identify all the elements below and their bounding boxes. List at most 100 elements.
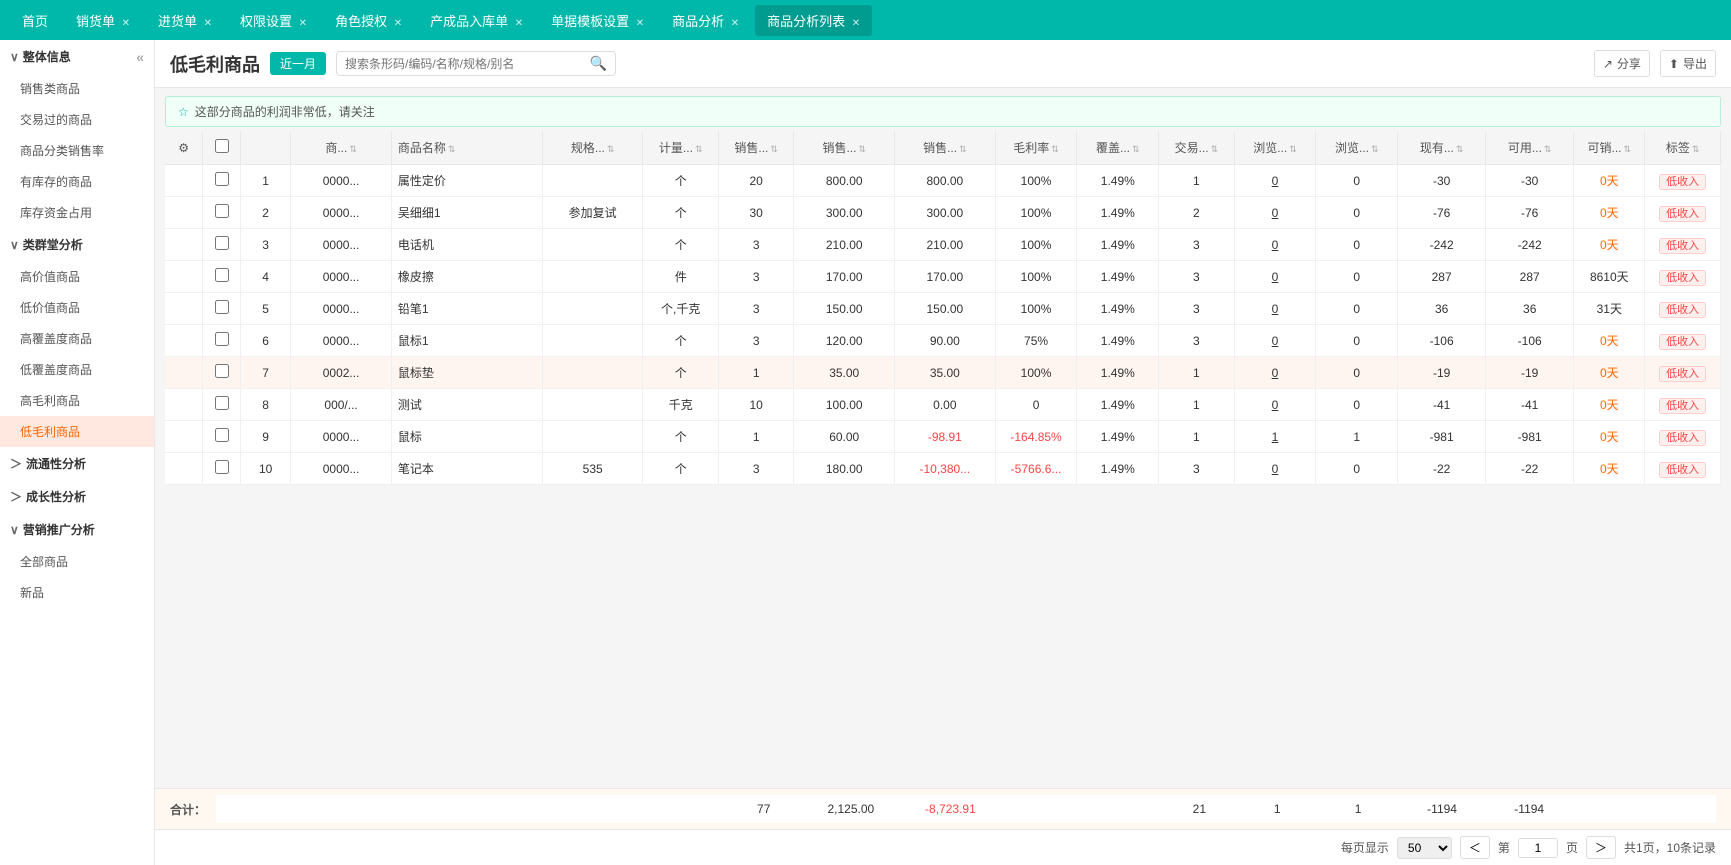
sidebar-item-in-stock[interactable]: 有库存的商品 bbox=[0, 166, 154, 197]
row-checkbox[interactable] bbox=[215, 364, 229, 378]
row-checkbox[interactable] bbox=[215, 236, 229, 250]
sidebar-item-traded-products[interactable]: 交易过的商品 bbox=[0, 104, 154, 135]
select-all-checkbox[interactable] bbox=[215, 139, 229, 153]
th-coverage[interactable]: 覆盖...⇅ bbox=[1077, 131, 1159, 165]
nav-item-product-analysis-list[interactable]: 商品分析列表 ✕ bbox=[755, 5, 872, 36]
td-browse1: 0 bbox=[1234, 453, 1316, 485]
td-tag: 低收入 bbox=[1645, 389, 1721, 421]
sidebar-group-liquidity[interactable]: ＞ 流通性分析 bbox=[0, 447, 154, 480]
th-sales-qty[interactable]: 销售...⇅ bbox=[718, 131, 793, 165]
sidebar-item-capital[interactable]: 库存资金占用 bbox=[0, 197, 154, 228]
sidebar-item-high-value[interactable]: 高价值商品 bbox=[0, 261, 154, 292]
th-stock-sale[interactable]: 可销...⇅ bbox=[1574, 131, 1645, 165]
page-size-select[interactable]: 50 20 100 bbox=[1397, 837, 1452, 859]
sidebar-item-new-products[interactable]: 新品 bbox=[0, 577, 154, 608]
td-browse1: 0 bbox=[1234, 389, 1316, 421]
row-checkbox[interactable] bbox=[215, 396, 229, 410]
th-sales-price[interactable]: 销售...⇅ bbox=[794, 131, 895, 165]
browse-link[interactable]: 1 bbox=[1272, 430, 1279, 444]
sidebar-group-cluster[interactable]: ∨ 类群堂分析 bbox=[0, 228, 154, 261]
row-checkbox[interactable] bbox=[215, 300, 229, 314]
td-seq: 6 bbox=[240, 325, 290, 357]
search-input[interactable] bbox=[345, 57, 590, 71]
next-page-button[interactable]: ＞ bbox=[1586, 836, 1616, 859]
td-stock-sale: 0天 bbox=[1574, 453, 1645, 485]
th-tag[interactable]: 标签⇅ bbox=[1645, 131, 1721, 165]
browse-link[interactable]: 0 bbox=[1272, 206, 1279, 220]
share-button[interactable]: ↗ 分享 bbox=[1594, 50, 1650, 77]
close-icon[interactable]: ✕ bbox=[299, 18, 307, 29]
th-trade[interactable]: 交易...⇅ bbox=[1159, 131, 1234, 165]
sidebar-group-growth[interactable]: ＞ 成长性分析 bbox=[0, 480, 154, 513]
sidebar-item-high-coverage[interactable]: 高覆盖度商品 bbox=[0, 323, 154, 354]
close-icon[interactable]: ✕ bbox=[204, 18, 212, 29]
sidebar-item-all-products[interactable]: 全部商品 bbox=[0, 546, 154, 577]
browse-link[interactable]: 0 bbox=[1272, 334, 1279, 348]
nav-item-product-inbound[interactable]: 产成品入库单 ✕ bbox=[418, 5, 535, 36]
row-checkbox[interactable] bbox=[215, 268, 229, 282]
browse-link[interactable]: 0 bbox=[1272, 398, 1279, 412]
close-icon[interactable]: ✕ bbox=[636, 18, 644, 29]
close-icon[interactable]: ✕ bbox=[731, 18, 739, 29]
prev-page-button[interactable]: ＜ bbox=[1460, 836, 1490, 859]
browse-link[interactable]: 0 bbox=[1272, 174, 1279, 188]
td-gross-rate: 0 bbox=[995, 389, 1077, 421]
tag-badge: 低收入 bbox=[1659, 206, 1706, 222]
nav-item-role[interactable]: 角色授权 ✕ bbox=[323, 5, 414, 36]
th-sales-profit[interactable]: 销售...⇅ bbox=[895, 131, 996, 165]
row-checkbox[interactable] bbox=[215, 428, 229, 442]
td-spec bbox=[542, 389, 643, 421]
main-layout: ∨ 整体信息 « 销售类商品 交易过的商品 商品分类销售率 有库存的商品 库存资… bbox=[0, 40, 1731, 865]
td-tag: 低收入 bbox=[1645, 325, 1721, 357]
sidebar-group-marketing[interactable]: ∨ 营销推广分析 bbox=[0, 513, 154, 546]
sidebar-item-sales-products[interactable]: 销售类商品 bbox=[0, 73, 154, 104]
th-browse1[interactable]: 浏览...⇅ bbox=[1234, 131, 1316, 165]
nav-item-home[interactable]: 首页 bbox=[10, 5, 60, 36]
nav-item-purchase[interactable]: 进货单 ✕ bbox=[146, 5, 224, 36]
collapse-icon[interactable]: « bbox=[136, 49, 144, 65]
close-icon[interactable]: ✕ bbox=[122, 18, 130, 29]
th-name[interactable]: 商品名称⇅ bbox=[391, 131, 542, 165]
th-code[interactable]: 商...⇅ bbox=[291, 131, 392, 165]
top-navigation: 首页 销货单 ✕ 进货单 ✕ 权限设置 ✕ 角色授权 ✕ 产成品入库单 ✕ 单据… bbox=[0, 0, 1731, 40]
td-browse2: 1 bbox=[1316, 421, 1398, 453]
sidebar-item-low-margin[interactable]: 低毛利商品 bbox=[0, 416, 154, 447]
close-icon[interactable]: ✕ bbox=[515, 18, 523, 29]
nav-item-product-analysis[interactable]: 商品分析 ✕ bbox=[660, 5, 751, 36]
row-checkbox[interactable] bbox=[215, 172, 229, 186]
td-unit: 个 bbox=[643, 325, 718, 357]
nav-item-template[interactable]: 单据模板设置 ✕ bbox=[539, 5, 656, 36]
row-checkbox[interactable] bbox=[215, 204, 229, 218]
th-browse2[interactable]: 浏览...⇅ bbox=[1316, 131, 1398, 165]
close-icon[interactable]: ✕ bbox=[394, 18, 402, 29]
gear-icon[interactable]: ⚙ bbox=[178, 141, 189, 155]
browse-link[interactable]: 0 bbox=[1272, 302, 1279, 316]
close-icon[interactable]: ✕ bbox=[852, 18, 860, 29]
page-input[interactable] bbox=[1518, 838, 1558, 858]
table-row: 8 000/... 测试 千克 10 100.00 0.00 0 1.49% 1… bbox=[165, 389, 1721, 421]
filter-period-button[interactable]: 近一月 bbox=[270, 52, 326, 75]
tag-badge: 低收入 bbox=[1659, 430, 1706, 446]
export-button[interactable]: ⬆ 导出 bbox=[1660, 50, 1716, 77]
th-stock-current[interactable]: 现有...⇅ bbox=[1398, 131, 1486, 165]
row-checkbox[interactable] bbox=[215, 332, 229, 346]
th-spec[interactable]: 规格...⇅ bbox=[542, 131, 643, 165]
th-unit[interactable]: 计量...⇅ bbox=[643, 131, 718, 165]
sidebar-item-low-value[interactable]: 低价值商品 bbox=[0, 292, 154, 323]
nav-item-sales[interactable]: 销货单 ✕ bbox=[64, 5, 142, 36]
nav-item-permission[interactable]: 权限设置 ✕ bbox=[228, 5, 319, 36]
th-gross-rate[interactable]: 毛利率⇅ bbox=[995, 131, 1077, 165]
row-checkbox[interactable] bbox=[215, 460, 229, 474]
browse-link[interactable]: 0 bbox=[1272, 366, 1279, 380]
browse-link[interactable]: 0 bbox=[1272, 270, 1279, 284]
sidebar-item-category-rate[interactable]: 商品分类销售率 bbox=[0, 135, 154, 166]
th-stock-avail[interactable]: 可用...⇅ bbox=[1486, 131, 1574, 165]
browse-link[interactable]: 0 bbox=[1272, 238, 1279, 252]
sidebar-item-high-margin[interactable]: 高毛利商品 bbox=[0, 385, 154, 416]
th-settings[interactable]: ⚙ bbox=[165, 131, 203, 165]
sidebar-item-low-coverage[interactable]: 低覆盖度商品 bbox=[0, 354, 154, 385]
sidebar-group-overall[interactable]: ∨ 整体信息 « bbox=[0, 40, 154, 73]
td-sales-qty: 3 bbox=[718, 293, 793, 325]
browse-link[interactable]: 0 bbox=[1272, 462, 1279, 476]
tag-badge: 低收入 bbox=[1659, 462, 1706, 478]
